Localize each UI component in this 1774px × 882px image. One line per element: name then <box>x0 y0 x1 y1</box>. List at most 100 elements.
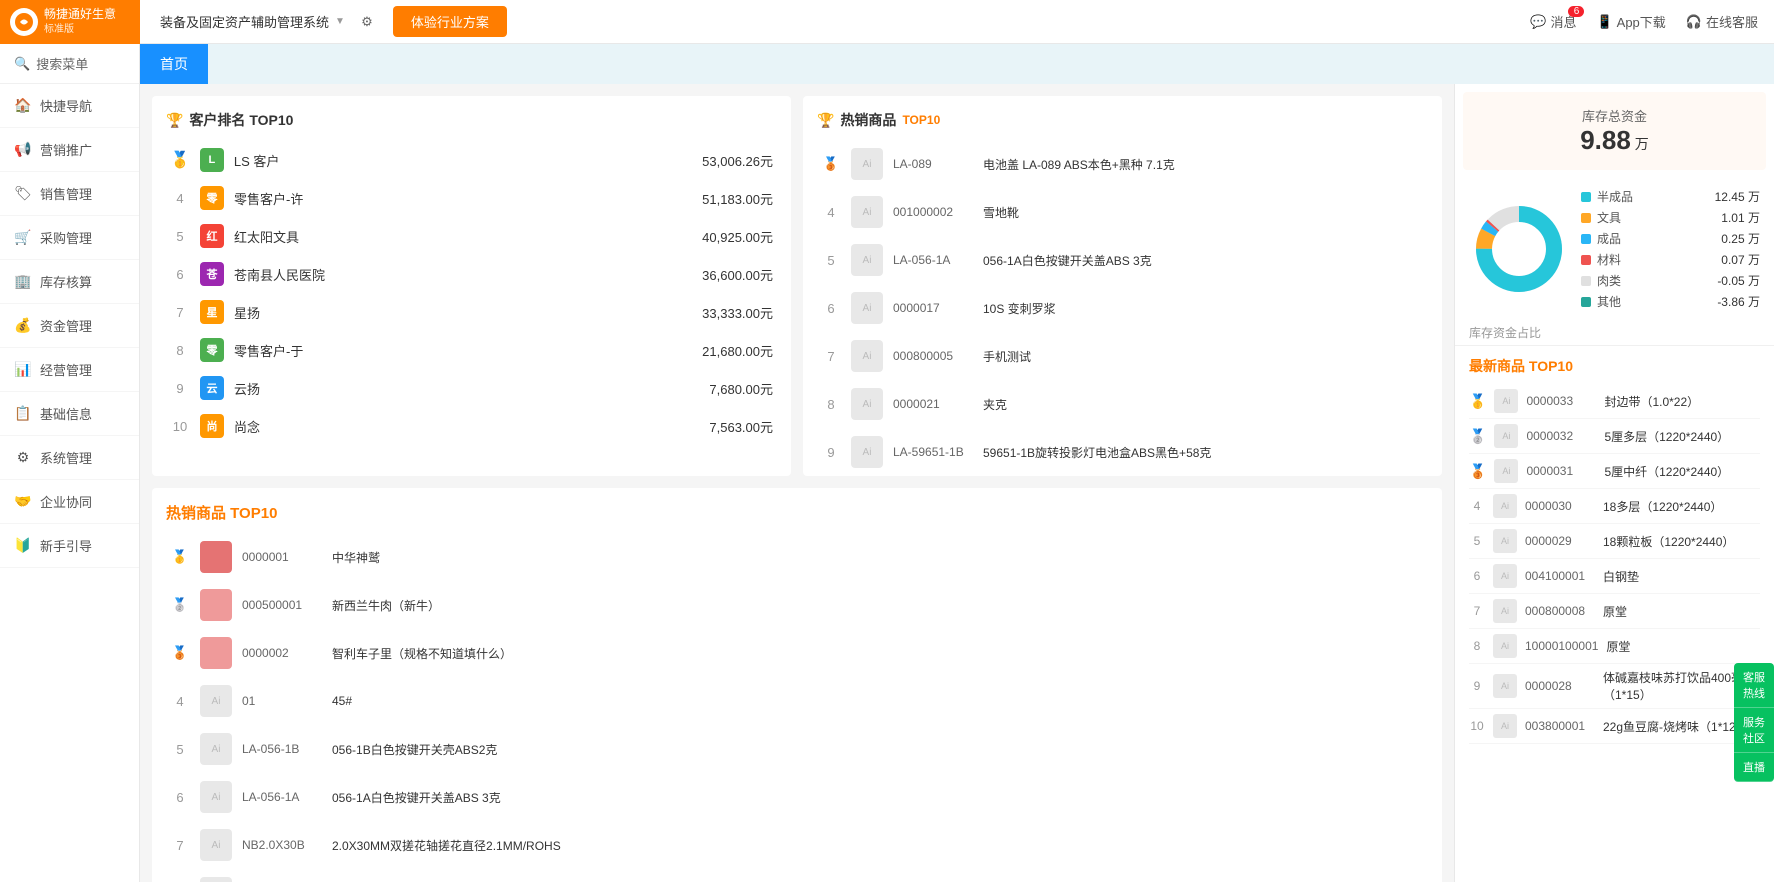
message-badge: 6 <box>1568 6 1584 17</box>
newest-product-item: 🥉 Ai 0000031 5厘中纤（1220*2440） <box>1469 454 1760 489</box>
legend-item: 肉类 -0.05 万 <box>1581 272 1760 289</box>
logo-icon <box>10 8 38 36</box>
marketing-icon: 📢 <box>14 141 32 159</box>
ranking-item: 9 云 云扬 7,680.00元 <box>166 370 777 406</box>
ranking-item: 10 尚 尚念 7,563.00元 <box>166 408 777 444</box>
sidebar-label-quick-nav: 快捷导航 <box>40 96 92 115</box>
newest-product-code: 004100001 <box>1525 569 1595 583</box>
newest-product-name: 原堂 <box>1606 638 1760 655</box>
sidebar-item-purchase[interactable]: 🛒 采购管理 <box>0 216 139 260</box>
newest-product-image: Ai <box>1493 599 1517 623</box>
operations-icon: 📊 <box>14 361 32 379</box>
logo-line2: 标准版 <box>44 23 116 36</box>
newest-products-list: 🥇 Ai 0000033 封边带（1.0*22） 🥈 Ai 0000032 5厘… <box>1469 384 1760 744</box>
product-item: 9 Ai LA-59651-1B 59651-1B旋转投影灯电池盒ABS黑色+5… <box>817 430 1428 474</box>
ranking-item: 4 零 零售客户-许 51,183.00元 <box>166 180 777 216</box>
donut-section: 半成品 12.45 万 文具 1.01 万 成品 0.25 万 <box>1455 178 1774 320</box>
product-image: Ai <box>851 244 883 276</box>
product-item: 8 Ai 0000021 夹克 <box>817 382 1428 426</box>
medal-silver-icon: 🥈 <box>170 597 190 613</box>
rank-badge: L <box>200 148 224 172</box>
newest-product-name: 原堂 <box>1603 603 1760 620</box>
rank-number: 9 <box>1469 679 1485 693</box>
system-name: 装备及固定资产辅助管理系统 <box>160 12 329 31</box>
newest-product-code: 0000028 <box>1525 679 1595 693</box>
product-image: Ai <box>851 148 883 180</box>
trial-button[interactable]: 体验行业方案 <box>393 6 507 37</box>
logo-text: 畅捷通好生意 标准版 <box>44 7 116 36</box>
newest-product-name: 封边带（1.0*22） <box>1604 393 1760 410</box>
dashboard-right: 库存总资金 9.88 万 <box>1454 84 1774 882</box>
online-service-button[interactable]: 🎧 在线客服 <box>1686 12 1758 31</box>
rank-badge: 尚 <box>200 414 224 438</box>
sidebar-item-basic-info[interactable]: 📋 基础信息 <box>0 392 139 436</box>
inventory-unit: 万 <box>1635 134 1649 154</box>
sidebar-item-system[interactable]: ⚙ 系统管理 <box>0 436 139 480</box>
legend-dot-material <box>1581 255 1591 265</box>
message-button[interactable]: 💬 消息 6 <box>1530 12 1576 31</box>
sidebar-item-operations[interactable]: 📊 经营管理 <box>0 348 139 392</box>
search-icon: 🔍 <box>14 56 30 72</box>
settings-button[interactable]: ⚙ <box>353 8 381 36</box>
home-icon: 🏠 <box>14 97 32 115</box>
rank-badge: 星 <box>200 300 224 324</box>
search-menu-label: 搜索菜单 <box>36 54 88 73</box>
sidebar-item-finance[interactable]: 💰 资金管理 <box>0 304 139 348</box>
logo-line1: 畅捷通好生意 <box>44 7 116 23</box>
hot-products-main-list: 🥇 0000001 中华神鹫 🥈 000500001 新西兰牛肉（新牛） <box>166 535 1428 882</box>
inventory-summary: 库存总资金 9.88 万 <box>1463 92 1766 170</box>
sidebar-item-inventory[interactable]: 🏢 库存核算 <box>0 260 139 304</box>
chevron-down-icon[interactable]: ▼ <box>335 16 345 27</box>
search-menu-button[interactable]: 🔍 搜索菜单 <box>0 44 139 84</box>
sidebar-item-cooperation[interactable]: 🤝 企业协同 <box>0 480 139 524</box>
rank-number: 10 <box>1469 719 1485 733</box>
legend-item: 其他 -3.86 万 <box>1581 293 1760 310</box>
rank-number: 7 <box>1469 604 1485 618</box>
hot-products-main-title: 热销商品 TOP10 <box>166 502 1428 523</box>
hotline-button[interactable]: 客服 热线 <box>1734 663 1774 708</box>
medal-icon: 🥇 <box>1469 393 1486 410</box>
customer-ranking-card: 🏆 客户排名 TOP10 🥇 L LS 客户 53,006.26元 <box>152 96 791 476</box>
newest-product-code: 0000029 <box>1525 534 1595 548</box>
newest-products-section: 最新商品 TOP10 🥇 Ai 0000033 封边带（1.0*22） 🥈 Ai… <box>1455 345 1774 754</box>
product-image: Ai <box>851 340 883 372</box>
rank-badge: 零 <box>200 338 224 362</box>
service-community-button[interactable]: 服务 社区 <box>1734 708 1774 753</box>
newest-product-name: 白钢垫 <box>1603 568 1760 585</box>
newest-product-image: Ai <box>1494 424 1518 448</box>
rank-badge: 苍 <box>200 262 224 286</box>
donut-chart <box>1469 199 1569 299</box>
app-download-button[interactable]: 📱 App下载 <box>1596 12 1665 31</box>
inventory-icon: 🏢 <box>14 273 32 291</box>
newest-product-item: 9 Ai 0000028 体碱嘉枝味苏打饮品400毫升（1*15） <box>1469 664 1760 709</box>
header-right: 💬 消息 6 📱 App下载 🎧 在线客服 <box>1530 12 1758 31</box>
sidebar-item-sales[interactable]: 🏷 销售管理 <box>0 172 139 216</box>
medal-gold-icon: 🥇 <box>170 549 190 565</box>
product-image: Ai <box>851 436 883 468</box>
newest-product-image: Ai <box>1493 674 1517 698</box>
sidebar-item-quick-nav[interactable]: 🏠 快捷导航 <box>0 84 139 128</box>
sidebar-label-sales: 销售管理 <box>40 184 92 203</box>
ranking-item: 5 红 红太阳文具 40,925.00元 <box>166 218 777 254</box>
float-buttons: 客服 热线 服务 社区 直播 <box>1734 663 1774 782</box>
newest-product-code: 003800001 <box>1525 719 1595 733</box>
sidebar-label-purchase: 采购管理 <box>40 228 92 247</box>
legend-item: 半成品 12.45 万 <box>1581 188 1760 205</box>
system-selector[interactable]: 装备及固定资产辅助管理系统 ▼ <box>160 12 345 31</box>
product-image-colored <box>200 637 232 669</box>
content-area: 首页 🏆 客户排名 TOP10 🥇 <box>140 44 1774 882</box>
medal-bronze-icon: 🥉 <box>170 645 190 661</box>
legend-dot-other <box>1581 297 1591 307</box>
legend-item: 材料 0.07 万 <box>1581 251 1760 268</box>
newest-product-code: 0000031 <box>1526 464 1596 478</box>
sidebar-item-marketing[interactable]: 📢 营销推广 <box>0 128 139 172</box>
newest-product-image: Ai <box>1494 389 1518 413</box>
product-image: Ai <box>200 733 232 765</box>
product-image: Ai <box>851 196 883 228</box>
newest-product-image: Ai <box>1493 529 1517 553</box>
tab-home[interactable]: 首页 <box>140 44 208 84</box>
newest-product-image: Ai <box>1493 494 1517 518</box>
sidebar-item-guide[interactable]: 🔰 新手引导 <box>0 524 139 568</box>
livestream-button[interactable]: 直播 <box>1734 753 1774 782</box>
rank-number: 6 <box>1469 569 1485 583</box>
